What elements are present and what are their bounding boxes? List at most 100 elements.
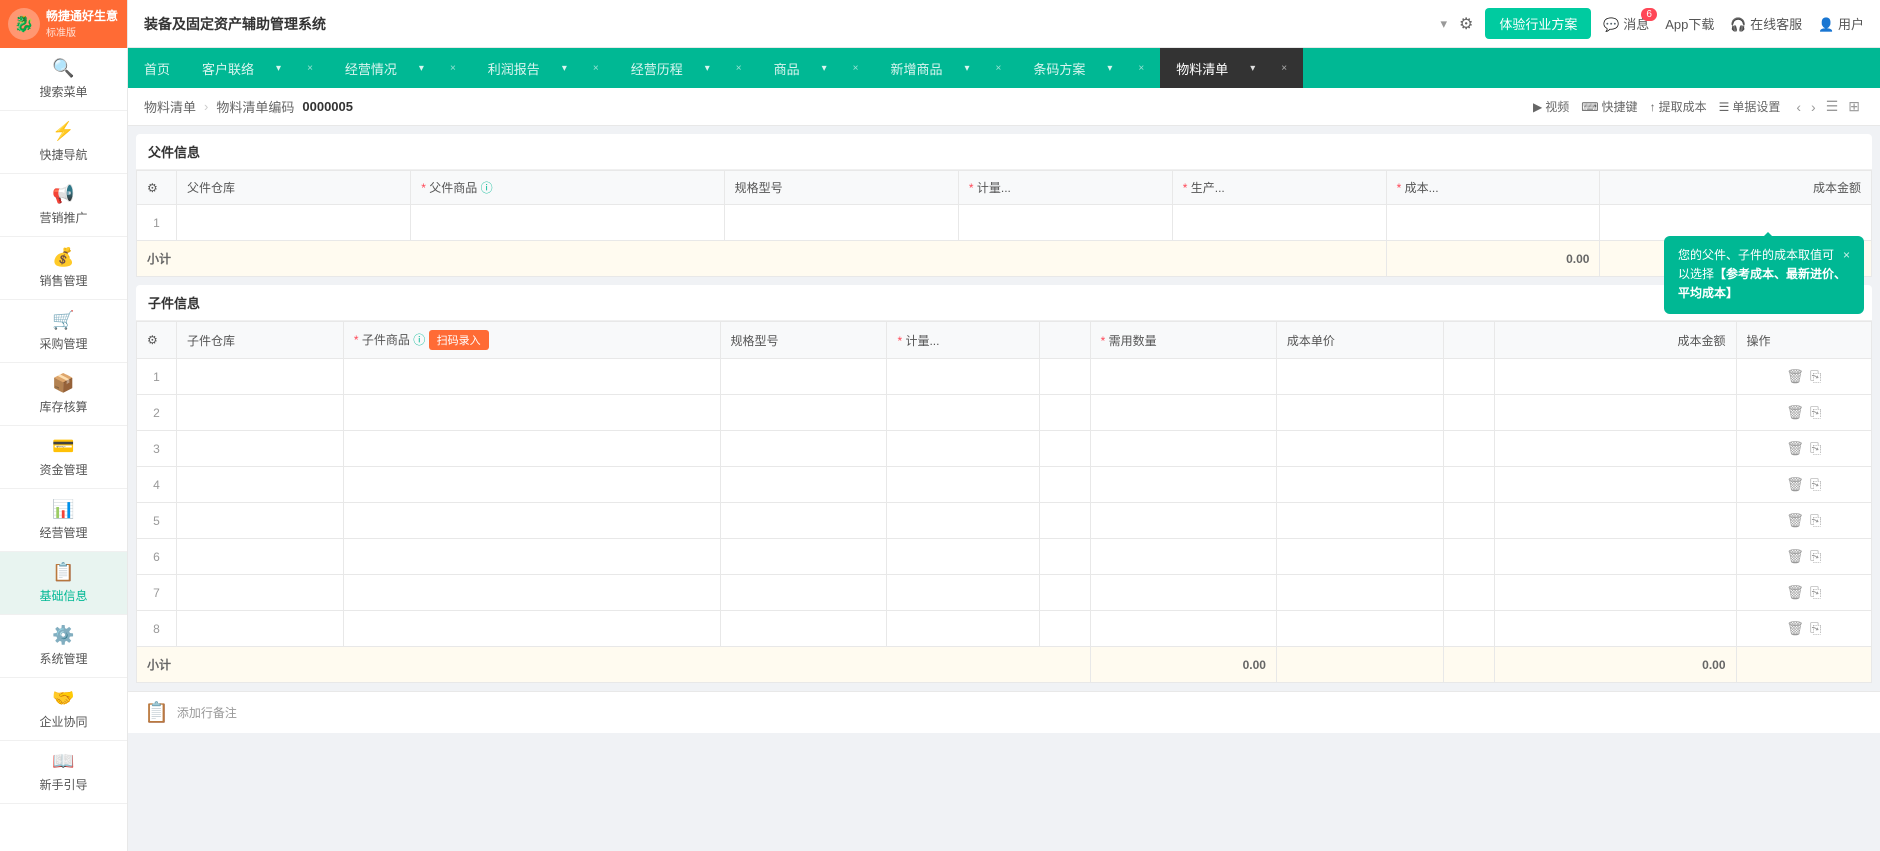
sidebar-item-快捷导航[interactable]: ⚡快捷导航 (0, 111, 127, 174)
child-cell-unit-1[interactable] (887, 359, 1039, 395)
child-cell-qty-6[interactable] (1090, 539, 1276, 575)
child-cell-qty-7[interactable] (1090, 575, 1276, 611)
delete-icon-8[interactable]: 🗑 (1786, 620, 1804, 637)
child-cell-unitcost-3[interactable] (1276, 431, 1443, 467)
sidebar-item-采购管理[interactable]: 🛒采购管理 (0, 300, 127, 363)
delete-icon-2[interactable]: 🗑 (1786, 404, 1804, 421)
child-cell-product-2[interactable] (343, 395, 720, 431)
copy-icon-2[interactable]: ⎘ (1810, 404, 1821, 421)
parent-cell-produce[interactable] (1172, 205, 1386, 241)
child-cell-warehouse-8[interactable] (177, 611, 344, 647)
view-action[interactable]: ▶ 视频 (1533, 98, 1569, 115)
child-cell-spec-2[interactable] (720, 395, 887, 431)
sidebar-item-新手引导[interactable]: 📖新手引导 (0, 741, 127, 804)
trial-button[interactable]: 体验行业方案 (1485, 8, 1591, 39)
child-cell-product-4[interactable] (343, 467, 720, 503)
child-cell-product-5[interactable] (343, 503, 720, 539)
prev-arrow[interactable]: ‹ (1792, 97, 1805, 117)
close-tab-客户联络[interactable]: × (307, 63, 313, 74)
delete-icon-6[interactable]: 🗑 (1786, 548, 1804, 565)
child-cell-unit-4[interactable] (887, 467, 1039, 503)
sidebar-item-营销推广[interactable]: 📢营销推广 (0, 174, 127, 237)
child-cell-product-1[interactable] (343, 359, 720, 395)
scan-button[interactable]: 扫码录入 (429, 330, 489, 350)
child-cell-product-6[interactable] (343, 539, 720, 575)
child-cell-warehouse-2[interactable] (177, 395, 344, 431)
parent-col-settings[interactable]: ⚙ (137, 171, 177, 205)
bottom-add-icon[interactable]: 📋 (144, 700, 169, 725)
copy-icon-7[interactable]: ⎘ (1810, 584, 1821, 601)
child-cell-product-3[interactable] (343, 431, 720, 467)
copy-icon-6[interactable]: ⎘ (1810, 548, 1821, 565)
shortcut-action[interactable]: ⌨ 快捷键 (1581, 98, 1637, 115)
child-cell-unit-6[interactable] (887, 539, 1039, 575)
copy-icon-8[interactable]: ⎘ (1810, 620, 1821, 637)
child-cell-unitcost-8[interactable] (1276, 611, 1443, 647)
child-cell-unit-7[interactable] (887, 575, 1039, 611)
close-tab-物料清单[interactable]: × (1281, 63, 1287, 74)
close-tab-新增商品[interactable]: × (996, 63, 1002, 74)
delete-icon-5[interactable]: 🗑 (1786, 512, 1804, 529)
child-cell-unitcost-4[interactable] (1276, 467, 1443, 503)
copy-icon-4[interactable]: ⎘ (1810, 476, 1821, 493)
sidebar-item-系统管理[interactable]: ⚙️系统管理 (0, 615, 127, 678)
copy-icon-3[interactable]: ⎘ (1810, 440, 1821, 457)
child-cell-warehouse-5[interactable] (177, 503, 344, 539)
child-cell-qty-3[interactable] (1090, 431, 1276, 467)
nav-tab-利润报告[interactable]: 利润报告 ▾× (472, 48, 615, 88)
child-cell-warehouse-3[interactable] (177, 431, 344, 467)
child-cell-unit-5[interactable] (887, 503, 1039, 539)
gear-icon[interactable]: ⚙ (1459, 14, 1473, 34)
close-tab-商品[interactable]: × (853, 63, 859, 74)
close-tab-经营情况[interactable]: × (450, 63, 456, 74)
child-cell-warehouse-7[interactable] (177, 575, 344, 611)
nav-tab-条码方案[interactable]: 条码方案 ▾× (1017, 48, 1160, 88)
online-service[interactable]: 🎧 在线客服 (1730, 14, 1802, 33)
child-cell-unitcost-1[interactable] (1276, 359, 1443, 395)
grid-toggle[interactable]: ⊞ (1844, 96, 1864, 117)
close-tab-经营历程[interactable]: × (736, 63, 742, 74)
sidebar-item-搜索菜单[interactable]: 🔍搜索菜单 (0, 48, 127, 111)
view-toggle[interactable]: ☰ (1822, 96, 1843, 117)
delete-icon-4[interactable]: 🗑 (1786, 476, 1804, 493)
tooltip-close[interactable]: × (1843, 246, 1850, 265)
child-cell-spec-4[interactable] (720, 467, 887, 503)
parent-cell-cost[interactable] (1386, 205, 1600, 241)
child-cell-warehouse-6[interactable] (177, 539, 344, 575)
child-cell-qty-5[interactable] (1090, 503, 1276, 539)
child-cell-qty-4[interactable] (1090, 467, 1276, 503)
child-cell-qty-8[interactable] (1090, 611, 1276, 647)
child-cell-spec-1[interactable] (720, 359, 887, 395)
child-cell-unit-2[interactable] (887, 395, 1039, 431)
breadcrumb-item1[interactable]: 物料清单 (144, 97, 196, 116)
parent-cell-product[interactable] (411, 205, 724, 241)
copy-icon-1[interactable]: ⎘ (1810, 368, 1821, 385)
delete-icon-1[interactable]: 🗑 (1786, 368, 1804, 385)
cost-action[interactable]: ↑ 提取成本 (1650, 98, 1707, 115)
delete-icon-3[interactable]: 🗑 (1786, 440, 1804, 457)
child-cell-unitcost-7[interactable] (1276, 575, 1443, 611)
child-cell-product-7[interactable] (343, 575, 720, 611)
user-icon[interactable]: 👤 用户 (1818, 14, 1864, 33)
nav-tab-客户联络[interactable]: 客户联络 ▾× (186, 48, 329, 88)
child-cell-unitcost-5[interactable] (1276, 503, 1443, 539)
sidebar-item-企业协同[interactable]: 🤝企业协同 (0, 678, 127, 741)
parent-cell-unit[interactable] (958, 205, 1172, 241)
nav-tab-经营情况[interactable]: 经营情况 ▾× (329, 48, 472, 88)
copy-icon-5[interactable]: ⎘ (1810, 512, 1821, 529)
parent-cell-warehouse[interactable] (177, 205, 411, 241)
child-cell-unitcost-2[interactable] (1276, 395, 1443, 431)
nav-tab-新增商品[interactable]: 新增商品 ▾× (874, 48, 1017, 88)
nav-tab-商品[interactable]: 商品 ▾× (758, 48, 875, 88)
child-cell-spec-7[interactable] (720, 575, 887, 611)
child-cell-warehouse-1[interactable] (177, 359, 344, 395)
close-tab-利润报告[interactable]: × (593, 63, 599, 74)
sidebar-item-库存核算[interactable]: 📦库存核算 (0, 363, 127, 426)
app-download[interactable]: App下载 (1665, 14, 1714, 33)
delete-icon-7[interactable]: 🗑 (1786, 584, 1804, 601)
settings-action[interactable]: ☰ 单据设置 (1719, 98, 1781, 115)
child-cell-spec-8[interactable] (720, 611, 887, 647)
child-cell-spec-3[interactable] (720, 431, 887, 467)
sidebar-item-基础信息[interactable]: 📋基础信息 (0, 552, 127, 615)
message-badge[interactable]: 💬 消息 6 (1603, 14, 1649, 33)
